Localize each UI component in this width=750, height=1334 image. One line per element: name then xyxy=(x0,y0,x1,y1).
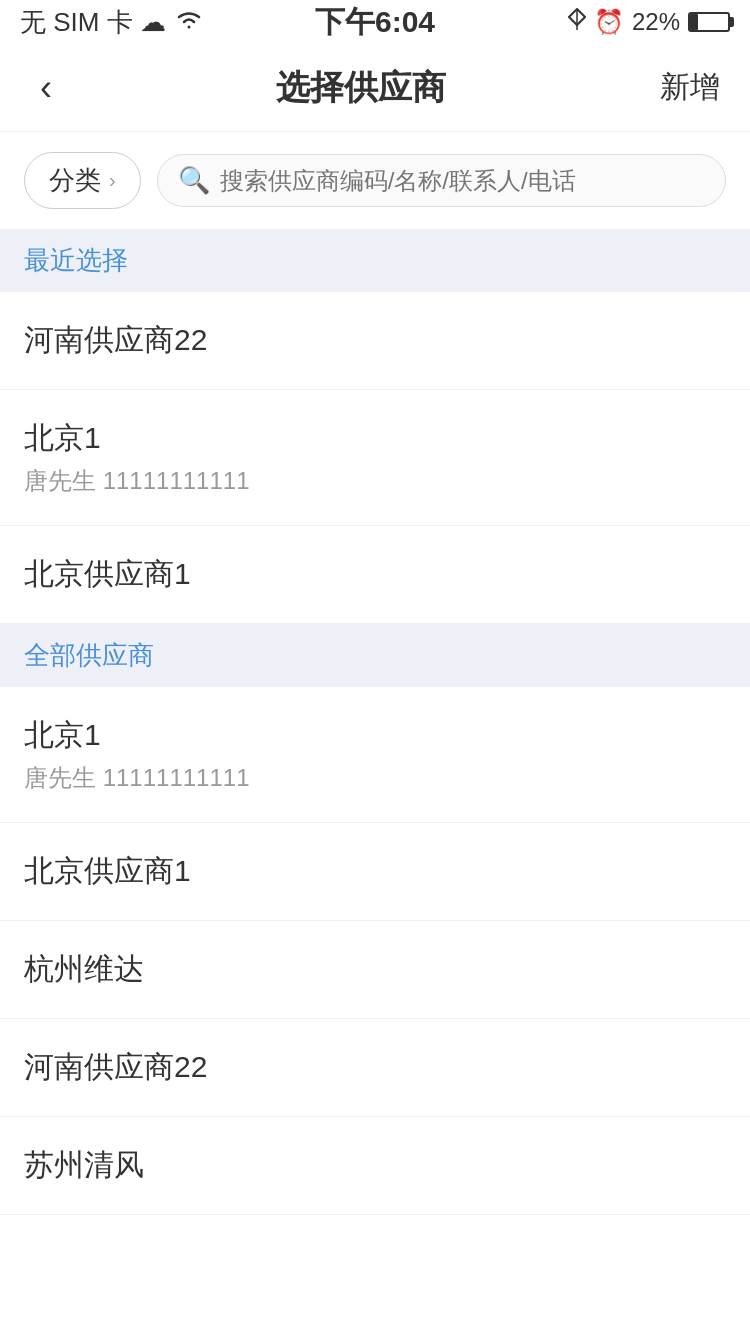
list-item[interactable]: 北京1 唐先生 11111111111 xyxy=(0,687,750,823)
recent-section-header: 最近选择 xyxy=(0,229,750,292)
back-button[interactable]: ‹ xyxy=(30,57,62,119)
search-input[interactable] xyxy=(220,167,705,195)
chevron-right-icon: › xyxy=(109,169,116,192)
list-item[interactable]: 北京供应商1 xyxy=(0,823,750,921)
item-name: 北京1 xyxy=(24,715,726,756)
category-label: 分类 xyxy=(49,163,101,198)
item-sub: 唐先生 11111111111 xyxy=(24,465,726,497)
item-name: 河南供应商22 xyxy=(24,320,726,361)
sim-label: 无 SIM 卡 ☁ xyxy=(20,5,166,40)
battery-percent: 22% xyxy=(632,8,680,36)
list-item[interactable]: 河南供应商22 xyxy=(0,292,750,390)
all-items-list: 北京1 唐先生 11111111111 北京供应商1 杭州维达河南供应商22 苏州清风 xyxy=(0,687,750,1215)
filter-bar: 分类 › 🔍 xyxy=(0,132,750,229)
item-name: 北京1 xyxy=(24,418,726,459)
item-name: 北京供应商1 xyxy=(24,851,726,892)
alarm-icon: ⏰ xyxy=(594,8,624,36)
add-new-button[interactable]: 新增 xyxy=(660,67,720,108)
wifi-icon xyxy=(174,7,204,38)
item-name: 苏州清风 xyxy=(24,1145,726,1186)
item-name: 北京供应商1 xyxy=(24,554,726,595)
status-bar: 无 SIM 卡 ☁ 下午6:04 ⏰ 22% xyxy=(0,0,750,44)
list-item[interactable]: 河南供应商22 xyxy=(0,1019,750,1117)
status-left: 无 SIM 卡 ☁ xyxy=(20,5,204,40)
list-item[interactable]: 杭州维达 xyxy=(0,921,750,1019)
recent-items-list: 河南供应商22 北京1 唐先生 11111111111 北京供应商1 xyxy=(0,292,750,624)
all-section-label: 全部供应商 xyxy=(24,640,154,670)
item-name: 河南供应商22 xyxy=(24,1047,726,1088)
list-item[interactable]: 北京1 唐先生 11111111111 xyxy=(0,390,750,526)
item-sub: 唐先生 11111111111 xyxy=(24,762,726,794)
category-filter-button[interactable]: 分类 › xyxy=(24,152,141,209)
status-right: ⏰ 22% xyxy=(568,8,730,36)
list-item[interactable]: 北京供应商1 xyxy=(0,526,750,624)
status-time: 下午6:04 xyxy=(315,2,435,43)
battery-icon xyxy=(688,12,730,32)
recent-section-label: 最近选择 xyxy=(24,245,128,275)
search-box: 🔍 xyxy=(157,154,726,207)
list-item[interactable]: 苏州清风 xyxy=(0,1117,750,1215)
location-icon xyxy=(568,8,586,36)
item-name: 杭州维达 xyxy=(24,949,726,990)
search-icon: 🔍 xyxy=(178,165,210,196)
nav-bar: ‹ 选择供应商 新增 xyxy=(0,44,750,132)
all-section-header: 全部供应商 xyxy=(0,624,750,687)
page-title: 选择供应商 xyxy=(276,65,446,111)
